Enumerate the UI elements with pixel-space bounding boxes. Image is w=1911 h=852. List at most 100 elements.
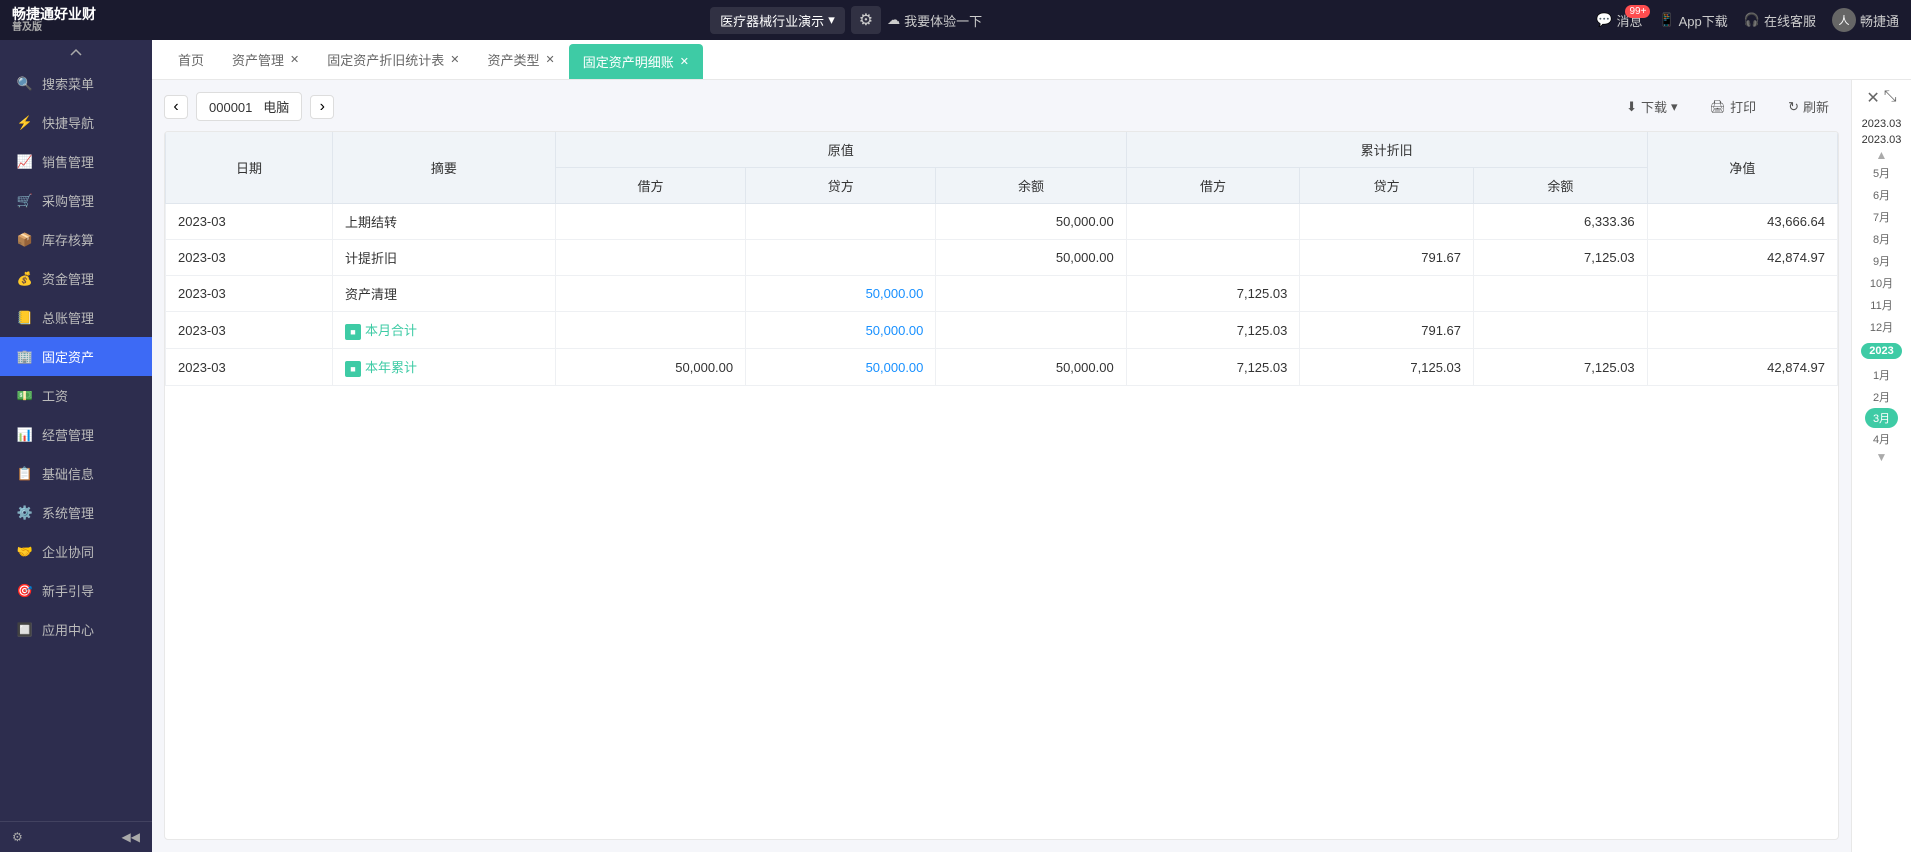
timeline-month-10月[interactable]: 10月 — [1866, 272, 1897, 294]
sidebar-item-sys-mgmt[interactable]: ⚙️ 系统管理 — [0, 493, 152, 532]
col-net-value: 净值 — [1647, 132, 1837, 204]
timeline-month-5月[interactable]: 5月 — [1866, 162, 1897, 184]
table-row: 2023-03 ■本年累计 50,000.00 50,000.00 50,000… — [166, 349, 1838, 386]
sidebar-item-fixed-assets[interactable]: 🏢 固定资产 — [0, 337, 152, 376]
expand-panel-icon[interactable]: ⤡ — [1884, 88, 1897, 106]
cell-lj-credit — [1300, 276, 1474, 312]
col-yz-balance: 余额 — [936, 168, 1126, 204]
timeline-year[interactable]: 2023 — [1861, 343, 1901, 359]
cell-lj-balance — [1474, 276, 1648, 312]
tab-close-icon[interactable]: ✕ — [450, 53, 459, 66]
sidebar-item-label: 总账管理 — [42, 308, 94, 327]
refresh-button[interactable]: ↻ 刷新 — [1778, 93, 1839, 120]
sidebar-item-app-center[interactable]: 🔲 应用中心 — [0, 610, 152, 649]
sidebar-item-sales[interactable]: 📈 销售管理 — [0, 142, 152, 181]
timeline-month-12月[interactable]: 12月 — [1866, 316, 1897, 338]
settings-icon[interactable]: ⚙ — [851, 6, 881, 34]
cell-yz-credit: 50,000.00 — [746, 276, 936, 312]
cell-lj-credit: 791.67 — [1300, 312, 1474, 349]
phone-icon: 📱 — [1658, 12, 1674, 28]
sidebar-item-search[interactable]: 🔍 搜索菜单 — [0, 64, 152, 103]
timeline-bottom-month-1月[interactable]: 1月 — [1865, 364, 1898, 386]
sidebar-item-purchase[interactable]: 🛒 采购管理 — [0, 181, 152, 220]
right-arrow-icon: › — [320, 98, 325, 116]
tab-asset-mgmt[interactable]: 资产管理 ✕ — [218, 42, 313, 79]
sidebar-item-finance[interactable]: 💰 资金管理 — [0, 259, 152, 298]
timeline-bottom-month-2月[interactable]: 2月 — [1865, 386, 1898, 408]
tab-close-icon[interactable]: ✕ — [546, 53, 555, 66]
cell-net-value: 42,874.97 — [1647, 349, 1837, 386]
tab-depreciation-stat[interactable]: 固定资产折旧统计表✕ — [313, 42, 473, 79]
sidebar-item-operation[interactable]: 📊 经营管理 — [0, 415, 152, 454]
sidebar-item-label: 搜索菜单 — [42, 74, 94, 93]
sidebar-item-guide[interactable]: 🎯 新手引导 — [0, 571, 152, 610]
tab-home[interactable]: 首页 — [164, 42, 218, 79]
message-button[interactable]: 💬 消息 99+ — [1596, 11, 1642, 30]
summary-icon: ■ — [345, 324, 361, 340]
tab-label: 首页 — [178, 50, 204, 69]
cell-yz-credit — [746, 204, 936, 240]
tab-label: 资产类型 — [487, 50, 539, 69]
sidebar-scroll-up[interactable] — [0, 40, 152, 64]
timeline-down-button[interactable]: ▼ — [1876, 450, 1888, 464]
timeline-month-7月[interactable]: 7月 — [1866, 206, 1897, 228]
timeline-month-11月[interactable]: 11月 — [1866, 294, 1897, 316]
sidebar-item-enterprise[interactable]: 🤝 企业协同 — [0, 532, 152, 571]
sidebar-settings-icon[interactable]: ⚙ — [12, 830, 23, 844]
guide-icon: 🎯 — [16, 582, 34, 600]
user-avatar[interactable]: 人 畅捷通 — [1832, 8, 1899, 32]
timeline-up-button[interactable]: ▲ — [1876, 148, 1888, 162]
ledger-icon: 📒 — [16, 309, 34, 327]
timeline-bottom-month-3月[interactable]: 3月 — [1865, 408, 1898, 428]
timeline-month-9月[interactable]: 9月 — [1866, 250, 1897, 272]
sidebar-item-ledger[interactable]: 📒 总账管理 — [0, 298, 152, 337]
fixed-assets-icon: 🏢 — [16, 348, 34, 366]
tab-close-icon[interactable]: ✕ — [290, 53, 299, 66]
next-asset-button[interactable]: › — [310, 95, 334, 119]
content-area: 首页资产管理✕固定资产折旧统计表✕资产类型✕固定资产明细账✕ ‹ 000001 … — [152, 40, 1911, 852]
inventory-icon: 📦 — [16, 231, 34, 249]
sidebar-item-label: 新手引导 — [42, 581, 94, 600]
online-service-button[interactable]: 🎧 在线客服 — [1744, 11, 1816, 30]
cell-yz-debit — [555, 240, 745, 276]
tab-asset-detail[interactable]: 固定资产明细账✕ — [569, 44, 703, 79]
timeline-month-8月[interactable]: 8月 — [1866, 228, 1897, 250]
cell-lj-debit — [1126, 204, 1300, 240]
timeline-month-6月[interactable]: 6月 — [1866, 184, 1897, 206]
col-date: 日期 — [166, 132, 333, 204]
sidebar-item-quick-nav[interactable]: ⚡ 快捷导航 — [0, 103, 152, 142]
cell-yz-debit — [555, 312, 745, 349]
sidebar-item-payroll[interactable]: 💵 工资 — [0, 376, 152, 415]
topbar-right: 💬 消息 99+ 📱 App下载 🎧 在线客服 人 畅捷通 — [1596, 8, 1899, 32]
sidebar-item-label: 快捷导航 — [42, 113, 94, 132]
main-panel: ‹ 000001 电脑 › ⬇ 下载 ▾ — [152, 80, 1851, 852]
table-row: 2023-03 资产清理 50,000.00 7,125.03 — [166, 276, 1838, 312]
sidebar-bottom: ⚙ ◀◀ — [0, 821, 152, 852]
sidebar-item-inventory[interactable]: 📦 库存核算 — [0, 220, 152, 259]
experience-button[interactable]: ☁ 我要体验一下 — [887, 11, 982, 30]
tab-label: 资产管理 — [232, 50, 284, 69]
purchase-icon: 🛒 — [16, 192, 34, 210]
asset-nav: ‹ 000001 电脑 › ⬇ 下载 ▾ — [164, 92, 1839, 121]
sidebar-item-label: 系统管理 — [42, 503, 94, 522]
sidebar-item-basic-info[interactable]: 📋 基础信息 — [0, 454, 152, 493]
col-lj-balance: 余额 — [1474, 168, 1648, 204]
tab-close-icon[interactable]: ✕ — [680, 55, 689, 68]
tab-asset-type[interactable]: 资产类型 ✕ — [473, 42, 568, 79]
cell-lj-balance: 6,333.36 — [1474, 204, 1648, 240]
download-button[interactable]: ⬇ 下载 ▾ — [1616, 93, 1687, 120]
cell-lj-credit — [1300, 204, 1474, 240]
prev-asset-button[interactable]: ‹ — [164, 95, 188, 119]
sidebar: 🔍 搜索菜单 ⚡ 快捷导航 📈 销售管理 🛒 采购管理 📦 库存核算 💰 资金管… — [0, 40, 152, 852]
right-panel: ✕ ⤡ 2023.03 2023.03 ▲ 5月6月7月8月9月10月11月12… — [1851, 80, 1911, 852]
headset-icon: 🎧 — [1744, 12, 1760, 28]
timeline-bottom-month-4月[interactable]: 4月 — [1865, 428, 1898, 450]
asset-detail-table: 日期 摘要 原值 累计折旧 净值 借方 贷方 余额 借方 — [165, 132, 1838, 386]
sidebar-collapse-icon[interactable]: ◀◀ — [122, 830, 140, 844]
close-panel-icon[interactable]: ✕ — [1866, 88, 1879, 112]
app-download-button[interactable]: 📱 App下载 — [1658, 11, 1727, 30]
sales-icon: 📈 — [16, 153, 34, 171]
print-button[interactable]: 🖨 打印 — [1700, 93, 1767, 120]
company-selector[interactable]: 医疗器械行业演示 ▾ — [710, 7, 845, 34]
col-yz-credit: 贷方 — [746, 168, 936, 204]
